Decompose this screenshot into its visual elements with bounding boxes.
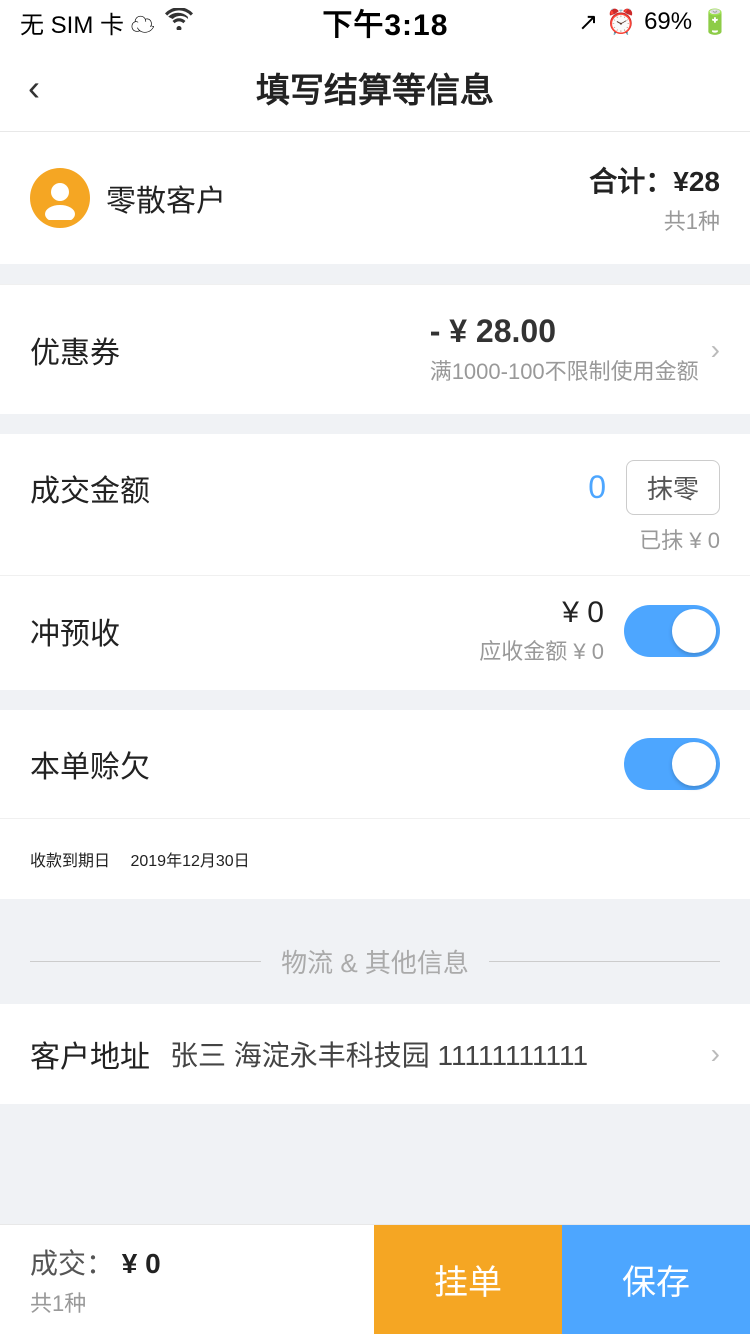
customer-total: 合计：¥28 共1种 bbox=[589, 160, 720, 236]
chevron-right-icon: › bbox=[711, 334, 720, 366]
round-off-button[interactable]: 抹零 bbox=[626, 460, 720, 515]
duedate-value: 2019年12月30日 bbox=[130, 853, 249, 870]
precollect-values: ¥ 0 应收金额 ¥ 0 bbox=[479, 596, 604, 666]
deal-amount-row: 成交金额 0 抹零 bbox=[0, 434, 750, 523]
toggle-knob bbox=[672, 609, 716, 653]
status-time: 下午3:18 bbox=[322, 0, 448, 44]
status-bar: 无 SIM 卡 ☁ 下午3:18 ↗ ⏰ 69% 🔋 bbox=[0, 0, 750, 44]
back-button[interactable]: ‹ bbox=[28, 67, 40, 109]
credit-toggle-knob bbox=[672, 742, 716, 786]
coupon-label: 优惠券 bbox=[30, 328, 120, 372]
precollect-row: 冲预收 ¥ 0 应收金额 ¥ 0 bbox=[0, 575, 750, 690]
no-sim-label: 无 SIM 卡 ☁ bbox=[20, 5, 155, 40]
deal-amount-value: 0 bbox=[588, 469, 606, 506]
deal-right: 0 抹零 bbox=[588, 460, 720, 515]
credit-toggle[interactable] bbox=[624, 738, 720, 790]
customer-name: 零散客户 bbox=[106, 176, 226, 220]
address-chevron-icon: › bbox=[711, 1038, 720, 1070]
coupon-right: - ¥ 28.00 满1000-100不限制使用金额 › bbox=[430, 313, 720, 386]
address-row[interactable]: 客户地址 张三 海淀永丰科技园 11111111111 › bbox=[0, 1004, 750, 1104]
divider-line-right bbox=[489, 961, 720, 962]
total-amount: 合计：¥28 bbox=[589, 160, 720, 200]
page-title: 填写结算等信息 bbox=[256, 63, 494, 112]
summary-amount: ¥ 0 bbox=[122, 1248, 161, 1279]
bottom-summary: 成交： ¥ 0 共1种 bbox=[0, 1242, 374, 1318]
deal-sub-text: 已抹 ¥ 0 bbox=[0, 523, 750, 575]
credit-row: 本单赊欠 bbox=[0, 710, 750, 818]
divider-line-left bbox=[30, 961, 261, 962]
coupon-row[interactable]: 优惠券 - ¥ 28.00 满1000-100不限制使用金额 › bbox=[0, 284, 750, 414]
precollect-toggle[interactable] bbox=[624, 605, 720, 657]
status-left: 无 SIM 卡 ☁ bbox=[20, 5, 193, 40]
precollect-desc: 应收金额 ¥ 0 bbox=[479, 634, 604, 666]
battery-label: 69% bbox=[644, 8, 692, 36]
credit-label: 本单赊欠 bbox=[30, 742, 150, 786]
location-icon: ↗ bbox=[578, 8, 598, 37]
summary-label: 成交： bbox=[30, 1248, 114, 1279]
total-count: 共1种 bbox=[589, 204, 720, 236]
wifi-icon bbox=[165, 8, 193, 37]
deal-amount-label: 成交金额 bbox=[30, 466, 150, 510]
precollect-amount: ¥ 0 bbox=[479, 596, 604, 630]
duedate-row: 收款到期日 2019年12月30日 bbox=[0, 818, 750, 899]
avatar bbox=[30, 168, 90, 228]
precollect-label: 冲预收 bbox=[30, 609, 120, 653]
coupon-info: - ¥ 28.00 满1000-100不限制使用金额 bbox=[430, 313, 699, 386]
status-right: ↗ ⏰ 69% 🔋 bbox=[578, 8, 730, 37]
nav-bar: ‹ 填写结算等信息 bbox=[0, 44, 750, 132]
address-value: 张三 海淀永丰科技园 11111111111 bbox=[170, 1034, 711, 1074]
coupon-section: 优惠券 - ¥ 28.00 满1000-100不限制使用金额 › bbox=[0, 284, 750, 414]
bottom-bar: 成交： ¥ 0 共1种 挂单 保存 bbox=[0, 1224, 750, 1334]
credit-section: 本单赊欠 收款到期日 2019年12月30日 bbox=[0, 710, 750, 899]
customer-left: 零散客户 bbox=[30, 168, 226, 228]
customer-row: 零散客户 合计：¥28 共1种 bbox=[0, 132, 750, 264]
summary-count: 共1种 bbox=[30, 1286, 344, 1318]
coupon-desc: 满1000-100不限制使用金额 bbox=[430, 354, 699, 386]
duedate-label: 收款到期日 bbox=[30, 853, 110, 870]
logistics-divider: 物流 & 其他信息 bbox=[0, 919, 750, 1004]
address-section: 客户地址 张三 海淀永丰科技园 11111111111 › bbox=[0, 1004, 750, 1104]
coupon-discount: - ¥ 28.00 bbox=[430, 313, 699, 350]
address-label: 客户地址 bbox=[30, 1032, 150, 1076]
battery-icon: 🔋 bbox=[700, 8, 730, 37]
logistics-label: 物流 & 其他信息 bbox=[261, 943, 489, 980]
save-button[interactable]: 保存 bbox=[562, 1225, 750, 1334]
alarm-icon: ⏰ bbox=[606, 8, 636, 37]
deal-section: 成交金额 0 抹零 已抹 ¥ 0 冲预收 ¥ 0 应收金额 ¥ 0 bbox=[0, 434, 750, 690]
precollect-right: ¥ 0 应收金额 ¥ 0 bbox=[479, 596, 720, 666]
bottom-summary-top: 成交： ¥ 0 bbox=[30, 1242, 344, 1282]
pending-button[interactable]: 挂单 bbox=[374, 1225, 562, 1334]
